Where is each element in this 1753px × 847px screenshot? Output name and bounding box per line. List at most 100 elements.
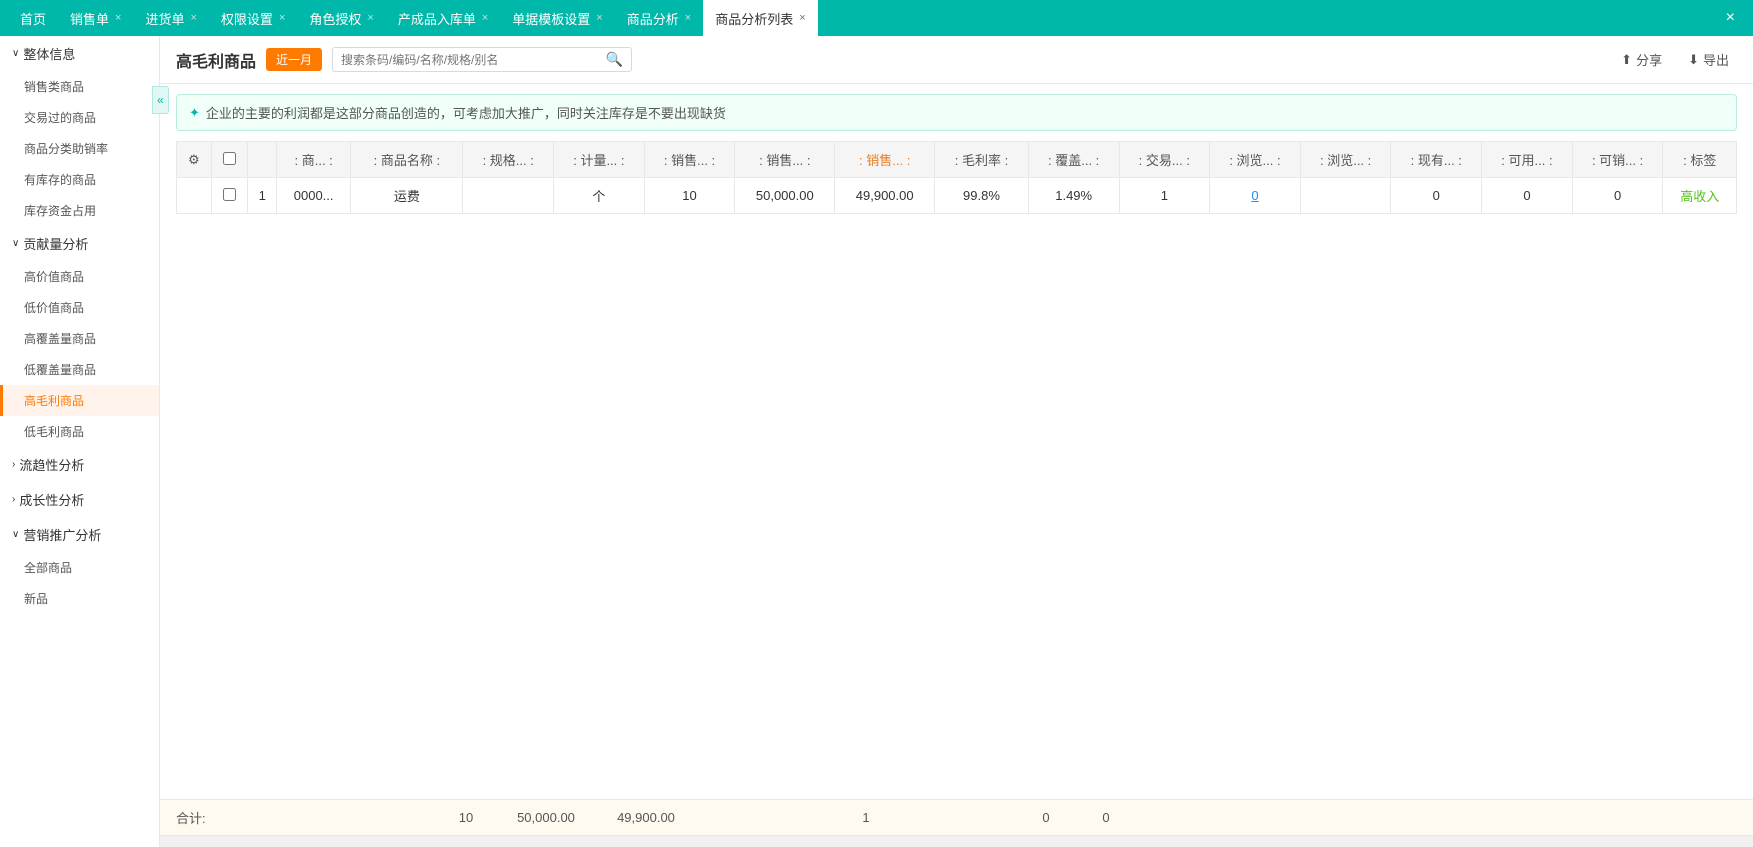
cell-coverage: 1.49% [1028,178,1119,214]
col-sale-qty[interactable]: : 销售... : [644,142,735,178]
main-layout: ∨ 整体信息 销售类商品 交易过的商品 商品分类助销率 有库存的商品 库存资金占… [0,36,1753,847]
cell-browse1[interactable]: 0 [1210,178,1301,214]
nav-product-analysis[interactable]: 商品分析 × [615,0,703,36]
sidebar-item-high-value[interactable]: 高价值商品 [0,261,159,292]
info-banner: ✦ 企业的主要的利润都是这部分商品创造的，可考虑加大推广，同时关注库存是不要出现… [176,94,1737,131]
col-unit[interactable]: : 计量... : [554,142,645,178]
col-code[interactable]: : 商... : [276,142,350,178]
sidebar-item-in-stock[interactable]: 有库存的商品 [0,164,159,195]
app-root: 首页 销售单 × 进货单 × 权限设置 × 角色授权 × 产成品入库单 × 单据… [0,0,1753,847]
star-icon: ✦ [189,105,200,121]
cell-browse2 [1300,178,1391,214]
sidebar-group-growth[interactable]: › 成长性分析 [0,482,159,517]
sidebar-item-traded-goods[interactable]: 交易过的商品 [0,102,159,133]
sidebar-item-all-goods[interactable]: 全部商品 [0,552,159,583]
sidebar-item-low-margin[interactable]: 低毛利商品 [0,416,159,447]
col-seq [248,142,277,178]
sidebar-collapse-btn[interactable]: « [152,86,169,114]
sidebar-item-sales-goods[interactable]: 销售类商品 [0,71,159,102]
info-text: 企业的主要的利润都是这部分商品创造的，可考虑加大推广，同时关注库存是不要出现缺货 [206,103,726,122]
col-checkbox[interactable] [211,142,248,178]
table-container[interactable]: ⚙ : 商... : : 商品名称 : : 规格... : : 计量... : … [160,141,1753,799]
export-icon: ⬇ [1688,52,1699,68]
footer-sale-profit: 49,900.00 [596,810,696,825]
footer-sale-qty: 10 [436,810,496,825]
sidebar-item-stock-fund[interactable]: 库存资金占用 [0,195,159,226]
cell-sale-qty: 10 [644,178,735,214]
footer-available: 0 [1076,810,1136,825]
sidebar-item-high-margin[interactable]: 高毛利商品 [0,385,159,416]
col-browse2[interactable]: : 浏览... : [1300,142,1391,178]
nav-sales-close[interactable]: × [115,12,121,24]
nav-role-close[interactable]: × [367,12,373,24]
sidebar-item-low-coverage[interactable]: 低覆盖量商品 [0,354,159,385]
cell-saleable: 0 [1572,178,1663,214]
arrow-down-icon: ∨ [12,48,19,59]
cell-trade: 1 [1119,178,1210,214]
footer-trade: 1 [836,810,896,825]
sidebar-group-overall[interactable]: ∨ 整体信息 [0,36,159,71]
sidebar-group-contribution[interactable]: ∨ 贡献量分析 [0,226,159,261]
cell-checkbox[interactable] [211,178,248,214]
nav-product-analysis-close[interactable]: × [685,12,691,24]
sidebar-item-low-value[interactable]: 低价值商品 [0,292,159,323]
sidebar: ∨ 整体信息 销售类商品 交易过的商品 商品分类助销率 有库存的商品 库存资金占… [0,36,160,847]
col-available[interactable]: : 可用... : [1482,142,1573,178]
col-setting[interactable]: ⚙ [177,142,212,178]
nav-product-in-close[interactable]: × [482,12,488,24]
nav-analysis-list[interactable]: 商品分析列表 × [703,0,817,36]
col-gross-rate[interactable]: : 毛利率 : [935,142,1029,178]
col-tag[interactable]: : 标签 [1663,142,1737,178]
footer-stock-now: 0 [1016,810,1076,825]
page-title: 高毛利商品 [176,48,256,72]
nav-permission-close[interactable]: × [279,12,285,24]
sidebar-group-marketing[interactable]: ∨ 营销推广分析 [0,517,159,552]
cell-sale-amount: 50,000.00 [735,178,835,214]
cell-sale-profit: 49,900.00 [835,178,935,214]
cell-stock-now: 0 [1391,178,1482,214]
nav-analysis-list-close[interactable]: × [799,12,805,24]
sidebar-item-category-rate[interactable]: 商品分类助销率 [0,133,159,164]
nav-purchase-close[interactable]: × [190,12,196,24]
table-header-row: ⚙ : 商... : : 商品名称 : : 规格... : : 计量... : … [177,142,1737,178]
col-sale-amount[interactable]: : 销售... : [735,142,835,178]
browse1-link[interactable]: 0 [1251,188,1258,203]
search-icon[interactable]: 🔍 [606,51,623,68]
nav-template-close[interactable]: × [596,12,602,24]
search-box: 🔍 [332,47,632,72]
content-header: 高毛利商品 近一月 🔍 ⬆ 分享 ⬇ 导出 [160,36,1753,84]
nav-sales[interactable]: 销售单 × [58,0,133,36]
col-browse1[interactable]: : 浏览... : [1210,142,1301,178]
filter-recent-month-button[interactable]: 近一月 [266,48,322,71]
nav-home[interactable]: 首页 [8,0,58,36]
col-name[interactable]: : 商品名称 : [351,142,463,178]
cell-setting [177,178,212,214]
col-coverage[interactable]: : 覆盖... : [1028,142,1119,178]
export-button[interactable]: ⬇ 导出 [1680,46,1737,73]
select-all-checkbox[interactable] [223,152,236,165]
col-stock-now[interactable]: : 现有... : [1391,142,1482,178]
nav-template[interactable]: 单据模板设置 × [500,0,614,36]
share-button[interactable]: ⬆ 分享 [1613,46,1670,73]
col-spec[interactable]: : 规格... : [463,142,554,178]
nav-product-in[interactable]: 产成品入库单 × [386,0,500,36]
col-saleable[interactable]: : 可销... : [1572,142,1663,178]
horizontal-scrollbar[interactable] [160,835,1753,847]
nav-role[interactable]: 角色授权 × [297,0,385,36]
cell-tag: 高收入 [1663,178,1737,214]
nav-close-all[interactable]: × [1716,9,1745,27]
search-input[interactable] [341,53,606,67]
cell-gross-rate: 99.8% [935,178,1029,214]
nav-permission[interactable]: 权限设置 × [209,0,297,36]
sidebar-item-high-coverage[interactable]: 高覆盖量商品 [0,323,159,354]
sidebar-item-new-goods[interactable]: 新品 [0,583,159,614]
col-trade[interactable]: : 交易... : [1119,142,1210,178]
sidebar-group-trend[interactable]: › 流趋性分析 [0,447,159,482]
nav-purchase[interactable]: 进货单 × [133,0,208,36]
cell-available: 0 [1482,178,1573,214]
cell-code: 0000... [276,178,350,214]
row-checkbox[interactable] [223,188,236,201]
col-sale-profit[interactable]: : 销售... : [835,142,935,178]
share-icon: ⬆ [1621,52,1632,68]
arrow-right-icon: › [12,459,15,470]
